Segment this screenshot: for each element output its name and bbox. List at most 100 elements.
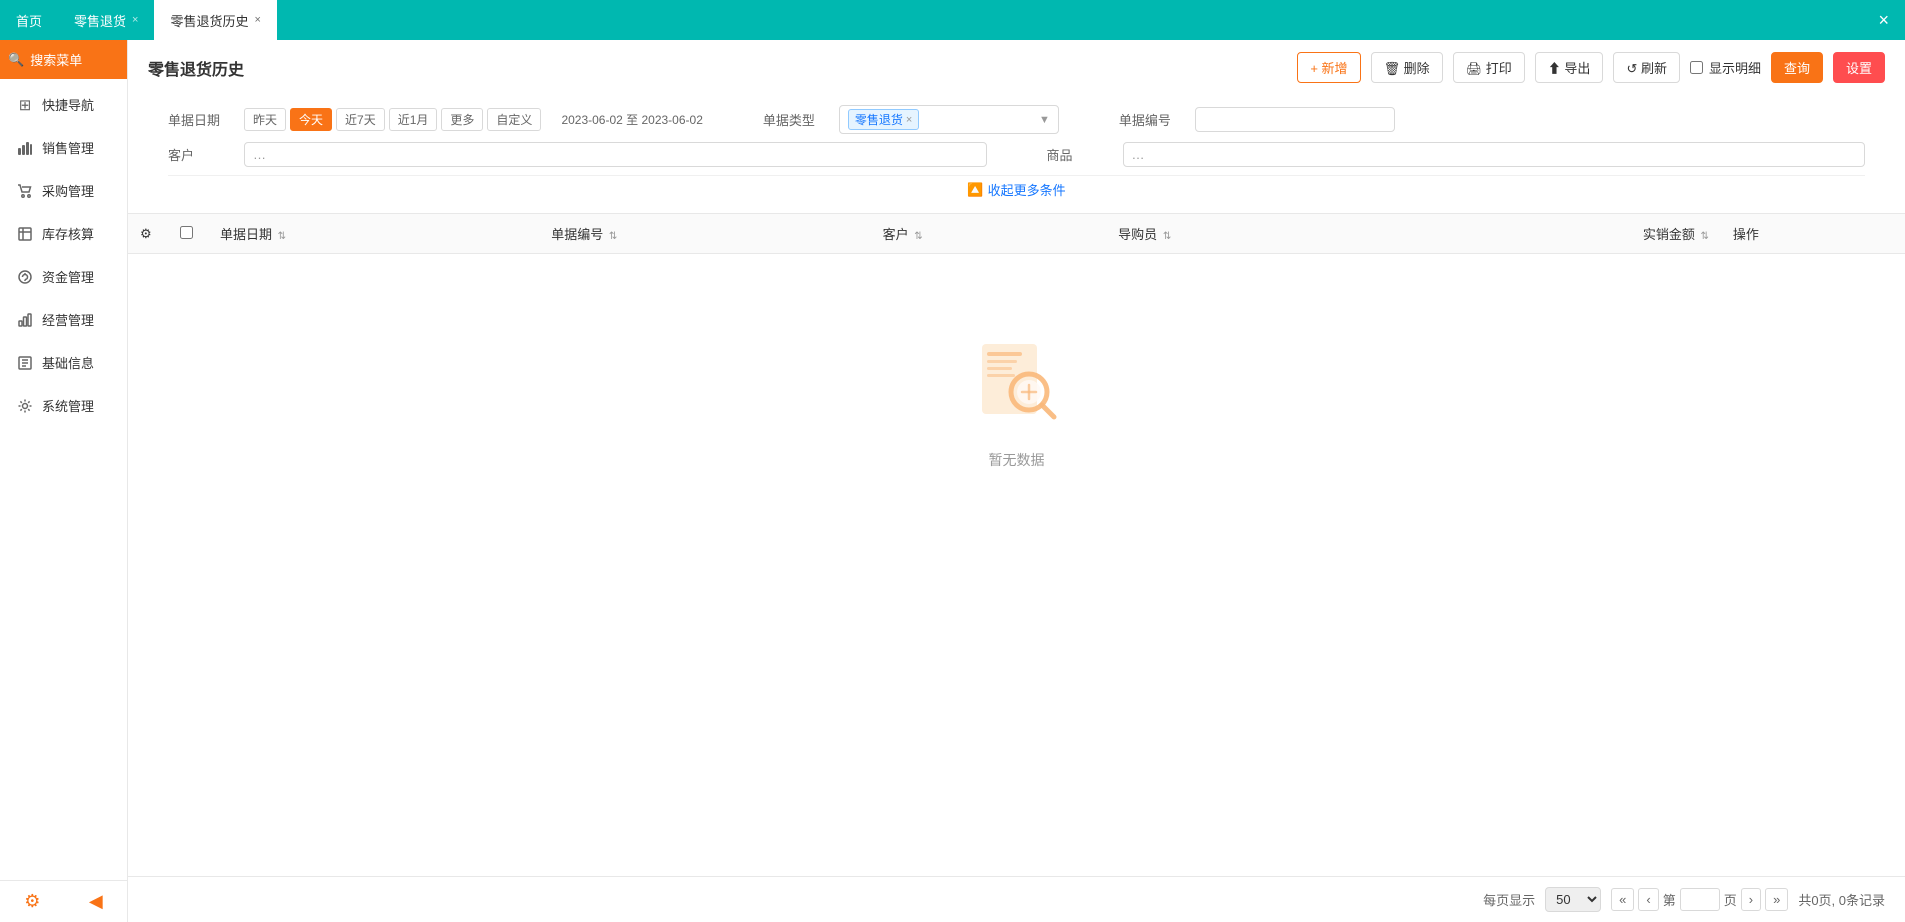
page-header: 零售退货历史 + 新增 🗑 删除 🖨 打印 ⬆ 导出 ↺ 刷新 显示明细 查询 … xyxy=(128,40,1905,214)
inventory-icon xyxy=(16,225,34,243)
date-btn-1month[interactable]: 近1月 xyxy=(389,108,438,131)
basic-info-icon xyxy=(16,354,34,372)
tab-home[interactable]: 首页 xyxy=(0,0,58,40)
main-layout: 🔍 搜索菜单 ⊞ 快捷导航 销售管理 采购管理 xyxy=(0,40,1905,922)
doc-date-sort-icon: ⇅ xyxy=(278,231,286,242)
date-quick-btns: 昨天 今天 近7天 近1月 更多 自定义 xyxy=(244,108,541,131)
sidebar-item-quick-nav-label: 快捷导航 xyxy=(42,95,94,114)
new-button[interactable]: + 新增 xyxy=(1297,52,1360,83)
sys-mgmt-icon xyxy=(16,397,34,415)
type-tag: 零售退货 × xyxy=(848,109,919,130)
page-number-input[interactable]: 1 xyxy=(1680,888,1720,911)
th-customer-label: 客户 xyxy=(883,227,909,242)
sidebar-item-inventory-calc[interactable]: 库存核算 xyxy=(0,212,127,255)
sidebar-item-ops-mgmt-label: 经营管理 xyxy=(42,310,94,329)
guide-sort-icon: ⇅ xyxy=(1163,231,1171,242)
type-filter-select[interactable]: 零售退货 × ▼ xyxy=(839,105,1059,134)
query-button[interactable]: 查询 xyxy=(1771,52,1823,83)
sidebar-item-sales-mgmt-label: 销售管理 xyxy=(42,138,94,157)
date-btn-today[interactable]: 今天 xyxy=(290,108,332,131)
th-doc-no[interactable]: 单据编号 ⇅ xyxy=(539,214,870,254)
page-of-label: 页 xyxy=(1724,890,1737,909)
display-detail-label[interactable]: 显示明细 xyxy=(1709,58,1761,77)
export-button[interactable]: ⬆ 导出 xyxy=(1535,52,1604,83)
sidebar-item-purchase-mgmt[interactable]: 采购管理 xyxy=(0,169,127,212)
display-detail-checkbox[interactable] xyxy=(1690,61,1703,74)
page-size-select[interactable]: 10 20 50 100 xyxy=(1545,887,1601,912)
page-prev-btn[interactable]: ‹ xyxy=(1638,888,1658,911)
table-settings-icon[interactable]: ⚙ xyxy=(140,226,152,241)
settings-icon[interactable]: ⚙ xyxy=(24,891,40,912)
close-retail-return-history-icon[interactable]: × xyxy=(254,14,260,26)
tab-retail-return[interactable]: 零售退货 × xyxy=(58,0,154,40)
page-size-label: 每页显示 xyxy=(1483,890,1535,909)
customer-filter-label: 客户 xyxy=(168,145,224,164)
th-doc-date[interactable]: 单据日期 ⇅ xyxy=(208,214,539,254)
sidebar-item-finance-mgmt[interactable]: 资金管理 xyxy=(0,255,127,298)
sidebar-item-quick-nav[interactable]: ⊞ 快捷导航 xyxy=(0,83,127,126)
print-button[interactable]: 🖨 打印 xyxy=(1453,52,1525,83)
th-customer[interactable]: 客户 ⇅ xyxy=(871,214,1107,254)
close-retail-return-icon[interactable]: × xyxy=(132,14,138,26)
th-actual-amount[interactable]: 实销金额 ⇅ xyxy=(1390,214,1721,254)
collapse-label: 收起更多条件 xyxy=(988,180,1066,199)
collapse-filter-btn[interactable]: 🔼 收起更多条件 xyxy=(168,175,1865,203)
sidebar-item-sales-mgmt[interactable]: 销售管理 xyxy=(0,126,127,169)
page-last-btn[interactable]: » xyxy=(1765,888,1788,911)
th-action: 操作 xyxy=(1721,214,1905,254)
th-guide[interactable]: 导购员 ⇅ xyxy=(1106,214,1389,254)
doc-no-input[interactable] xyxy=(1195,107,1395,132)
customer-input[interactable]: … xyxy=(244,142,987,167)
tab-list: 首页 零售退货 × 零售退货历史 × xyxy=(0,0,1878,40)
goods-filter-label: 商品 xyxy=(1047,145,1103,164)
page-nav: « ‹ 第 1 页 › » xyxy=(1611,888,1788,911)
table-head: ⚙ 单据日期 ⇅ 单据编号 ⇅ xyxy=(128,214,1905,254)
sidebar-bottom: ⚙ ◀ xyxy=(0,880,127,922)
sidebar-item-basic-info[interactable]: 基础信息 xyxy=(0,341,127,384)
goods-input[interactable]: … xyxy=(1123,142,1866,167)
empty-state-row: 暂无数据 xyxy=(128,254,1905,551)
total-info: 共0页, 0条记录 xyxy=(1798,890,1885,909)
date-range-text: 2023-06-02 至 2023-06-02 xyxy=(561,111,702,128)
quick-nav-icon: ⊞ xyxy=(16,96,34,114)
tab-retail-return-history[interactable]: 零售退货历史 × xyxy=(154,0,276,40)
date-btn-7days[interactable]: 近7天 xyxy=(336,108,385,131)
date-btn-more[interactable]: 更多 xyxy=(441,108,483,131)
type-tag-close[interactable]: × xyxy=(906,114,912,126)
date-btn-custom[interactable]: 自定义 xyxy=(487,108,541,131)
page-label: 第 xyxy=(1663,890,1676,909)
content-area: 零售退货历史 + 新增 🗑 删除 🖨 打印 ⬆ 导出 ↺ 刷新 显示明细 查询 … xyxy=(128,40,1905,922)
purchase-icon xyxy=(16,182,34,200)
empty-text: 暂无数据 xyxy=(989,450,1045,470)
select-all-checkbox[interactable] xyxy=(180,226,193,239)
date-btn-yesterday[interactable]: 昨天 xyxy=(244,108,286,131)
search-label: 搜索菜单 xyxy=(30,50,82,69)
pagination-bar: 每页显示 10 20 50 100 « ‹ 第 1 页 › » 共0页, 0条记… xyxy=(128,876,1905,922)
data-table: ⚙ 单据日期 ⇅ 单据编号 ⇅ xyxy=(128,214,1905,550)
filter-area: 单据日期 昨天 今天 近7天 近1月 更多 自定义 2023-06-02 至 2… xyxy=(148,95,1885,213)
empty-icon xyxy=(967,334,1067,434)
sidebar-item-inventory-calc-label: 库存核算 xyxy=(42,224,94,243)
search-icon: 🔍 xyxy=(8,52,24,68)
sidebar-search[interactable]: 🔍 搜索菜单 xyxy=(0,40,127,79)
th-actual-amount-label: 实销金额 xyxy=(1643,227,1695,242)
page-title: 零售退货历史 xyxy=(148,56,244,80)
th-settings[interactable]: ⚙ xyxy=(128,214,168,254)
th-checkbox[interactable] xyxy=(168,214,208,254)
finance-icon xyxy=(16,268,34,286)
filter-row-customer: 客户 … 商品 … xyxy=(168,142,1865,167)
delete-button[interactable]: 🗑 删除 xyxy=(1371,52,1443,83)
settings-button[interactable]: 设置 xyxy=(1833,52,1885,83)
toolbar: + 新增 🗑 删除 🖨 打印 ⬆ 导出 ↺ 刷新 显示明细 查询 设置 xyxy=(1297,52,1885,83)
filter-row-date: 单据日期 昨天 今天 近7天 近1月 更多 自定义 2023-06-02 至 2… xyxy=(168,105,1865,134)
sidebar-item-sys-mgmt[interactable]: 系统管理 xyxy=(0,384,127,427)
tab-retail-return-label: 零售退货 xyxy=(74,11,126,30)
table-container: ⚙ 单据日期 ⇅ 单据编号 ⇅ xyxy=(128,214,1905,876)
refresh-button[interactable]: ↺ 刷新 xyxy=(1613,52,1680,83)
sidebar-item-ops-mgmt[interactable]: 经营管理 xyxy=(0,298,127,341)
page-first-btn[interactable]: « xyxy=(1611,888,1634,911)
page-next-btn[interactable]: › xyxy=(1741,888,1761,911)
collapse-sidebar-icon[interactable]: ◀ xyxy=(89,891,103,912)
table-body: 暂无数据 xyxy=(128,254,1905,551)
window-close-btn[interactable]: × xyxy=(1878,10,1905,31)
